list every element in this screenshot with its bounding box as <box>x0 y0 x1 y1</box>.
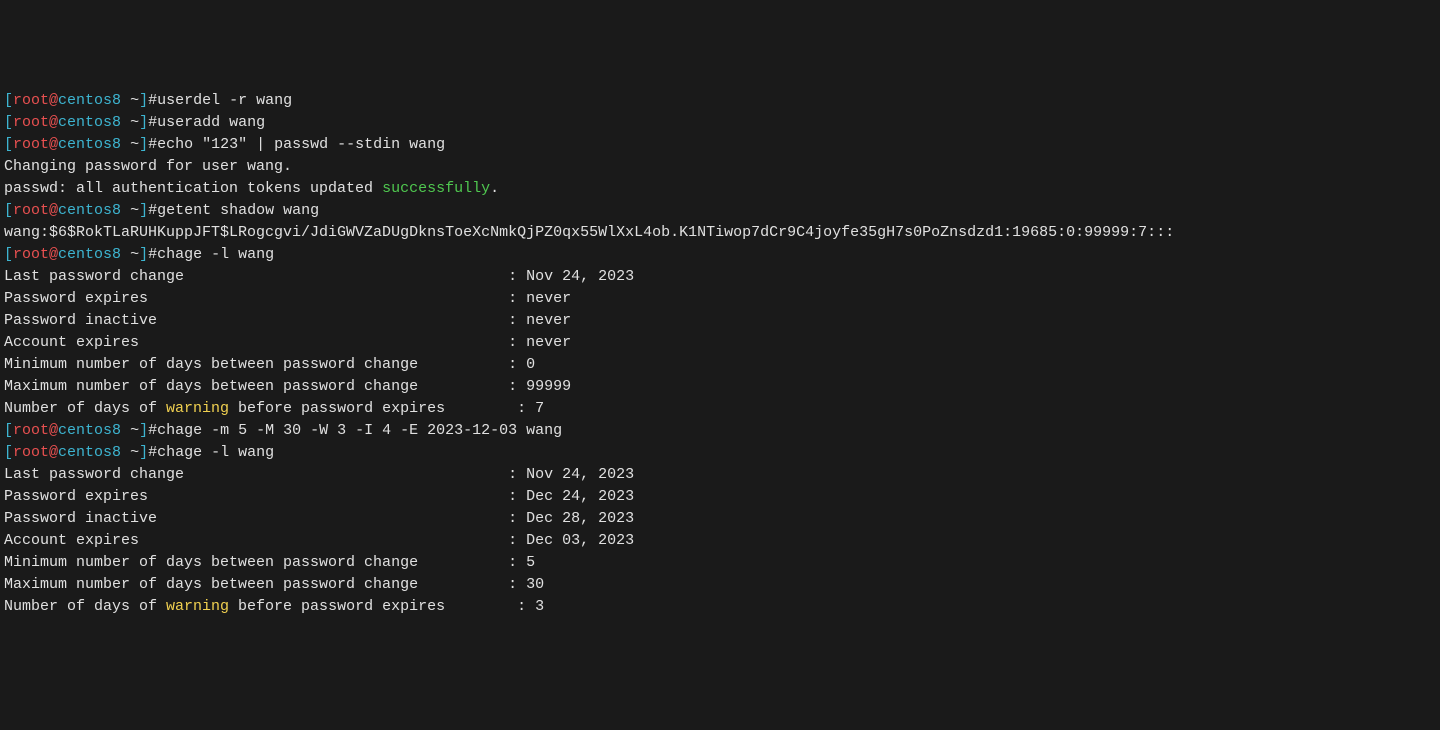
chage1-max-days-label: Maximum number of days between password … <box>4 378 526 395</box>
prompt-at: @ <box>49 202 58 219</box>
prompt-tilde: ~ <box>121 246 139 263</box>
prompt-close: ] <box>139 114 148 131</box>
chage2-max-days-value: 30 <box>526 576 544 593</box>
cmd-chage-list-2: chage -l wang <box>157 444 274 461</box>
cmd-useradd: useradd wang <box>157 114 265 131</box>
prompt-close: ] <box>139 92 148 109</box>
chage2-pass-expires-value: Dec 24, 2023 <box>526 488 634 505</box>
chage1-warning-suffix: before password expires : <box>229 400 535 417</box>
prompt-tilde: ~ <box>121 422 139 439</box>
prompt-at: @ <box>49 114 58 131</box>
prompt-close: ] <box>139 202 148 219</box>
chage2-pass-expires-label: Password expires : <box>4 488 526 505</box>
prompt-user: root <box>13 92 49 109</box>
terminal-output[interactable]: [root@centos8 ~]#userdel -r wang [root@c… <box>0 88 1440 620</box>
chage2-acct-expires-value: Dec 03, 2023 <box>526 532 634 549</box>
prompt-user: root <box>13 422 49 439</box>
prompt-host: centos8 <box>58 114 121 131</box>
prompt-hash: # <box>148 92 157 109</box>
chage2-warning-suffix: before password expires : <box>229 598 535 615</box>
prompt-tilde: ~ <box>121 444 139 461</box>
chage1-pass-inactive-value: never <box>526 312 571 329</box>
prompt-user: root <box>13 202 49 219</box>
prompt-hash: # <box>148 444 157 461</box>
prompt-at: @ <box>49 246 58 263</box>
prompt-open: [ <box>4 92 13 109</box>
prompt-tilde: ~ <box>121 92 139 109</box>
prompt-open: [ <box>4 202 13 219</box>
chage2-min-days-value: 5 <box>526 554 535 571</box>
cmd-chage-list-1: chage -l wang <box>157 246 274 263</box>
prompt-close: ] <box>139 136 148 153</box>
chage1-acct-expires-label: Account expires : <box>4 334 526 351</box>
chage1-max-days-value: 99999 <box>526 378 571 395</box>
prompt-user: root <box>13 136 49 153</box>
chage2-acct-expires-label: Account expires : <box>4 532 526 549</box>
chage1-acct-expires-value: never <box>526 334 571 351</box>
prompt-hash: # <box>148 136 157 153</box>
chage2-pass-inactive-value: Dec 28, 2023 <box>526 510 634 527</box>
chage2-last-change-value: Nov 24, 2023 <box>526 466 634 483</box>
prompt-host: centos8 <box>58 444 121 461</box>
prompt-open: [ <box>4 136 13 153</box>
prompt-close: ] <box>139 444 148 461</box>
chage1-min-days-value: 0 <box>526 356 535 373</box>
prompt-at: @ <box>49 92 58 109</box>
prompt-host: centos8 <box>58 246 121 263</box>
prompt-user: root <box>13 114 49 131</box>
prompt-tilde: ~ <box>121 136 139 153</box>
prompt-user: root <box>13 444 49 461</box>
prompt-hash: # <box>148 114 157 131</box>
prompt-hash: # <box>148 422 157 439</box>
out-successfully: successfully <box>382 180 490 197</box>
prompt-close: ] <box>139 422 148 439</box>
chage2-warning-value: 3 <box>535 598 544 615</box>
prompt-at: @ <box>49 136 58 153</box>
chage1-warning-word: warning <box>166 400 229 417</box>
chage2-pass-inactive-label: Password inactive : <box>4 510 526 527</box>
prompt-close: ] <box>139 246 148 263</box>
chage1-pass-expires-label: Password expires : <box>4 290 526 307</box>
prompt-host: centos8 <box>58 92 121 109</box>
chage1-pass-inactive-label: Password inactive : <box>4 312 526 329</box>
chage2-last-change-label: Last password change : <box>4 466 526 483</box>
out-passwd-tokens: passwd: all authentication tokens update… <box>4 180 382 197</box>
prompt-open: [ <box>4 246 13 263</box>
chage1-last-change-label: Last password change : <box>4 268 526 285</box>
prompt-tilde: ~ <box>121 114 139 131</box>
cmd-getent: getent shadow wang <box>157 202 319 219</box>
chage1-min-days-label: Minimum number of days between password … <box>4 356 526 373</box>
out-shadow: wang:$6$RokTLaRUHKuppJFT$LRogcgvi/JdiGWV… <box>4 224 1174 241</box>
prompt-tilde: ~ <box>121 202 139 219</box>
chage1-last-change-value: Nov 24, 2023 <box>526 268 634 285</box>
out-dot: . <box>490 180 499 197</box>
prompt-at: @ <box>49 444 58 461</box>
chage2-max-days-label: Maximum number of days between password … <box>4 576 526 593</box>
prompt-open: [ <box>4 422 13 439</box>
chage1-pass-expires-value: never <box>526 290 571 307</box>
prompt-at: @ <box>49 422 58 439</box>
prompt-hash: # <box>148 246 157 263</box>
prompt-host: centos8 <box>58 202 121 219</box>
prompt-user: root <box>13 246 49 263</box>
prompt-open: [ <box>4 444 13 461</box>
prompt-open: [ <box>4 114 13 131</box>
chage1-warning-value: 7 <box>535 400 544 417</box>
chage1-warning-prefix: Number of days of <box>4 400 166 417</box>
chage2-min-days-label: Minimum number of days between password … <box>4 554 526 571</box>
chage2-warning-word: warning <box>166 598 229 615</box>
out-passwd-changing: Changing password for user wang. <box>4 158 292 175</box>
prompt-host: centos8 <box>58 136 121 153</box>
cmd-passwd: echo "123" | passwd --stdin wang <box>157 136 445 153</box>
chage2-warning-prefix: Number of days of <box>4 598 166 615</box>
prompt-hash: # <box>148 202 157 219</box>
cmd-chage-set: chage -m 5 -M 30 -W 3 -I 4 -E 2023-12-03… <box>157 422 562 439</box>
cmd-userdel: userdel -r wang <box>157 92 292 109</box>
prompt-host: centos8 <box>58 422 121 439</box>
